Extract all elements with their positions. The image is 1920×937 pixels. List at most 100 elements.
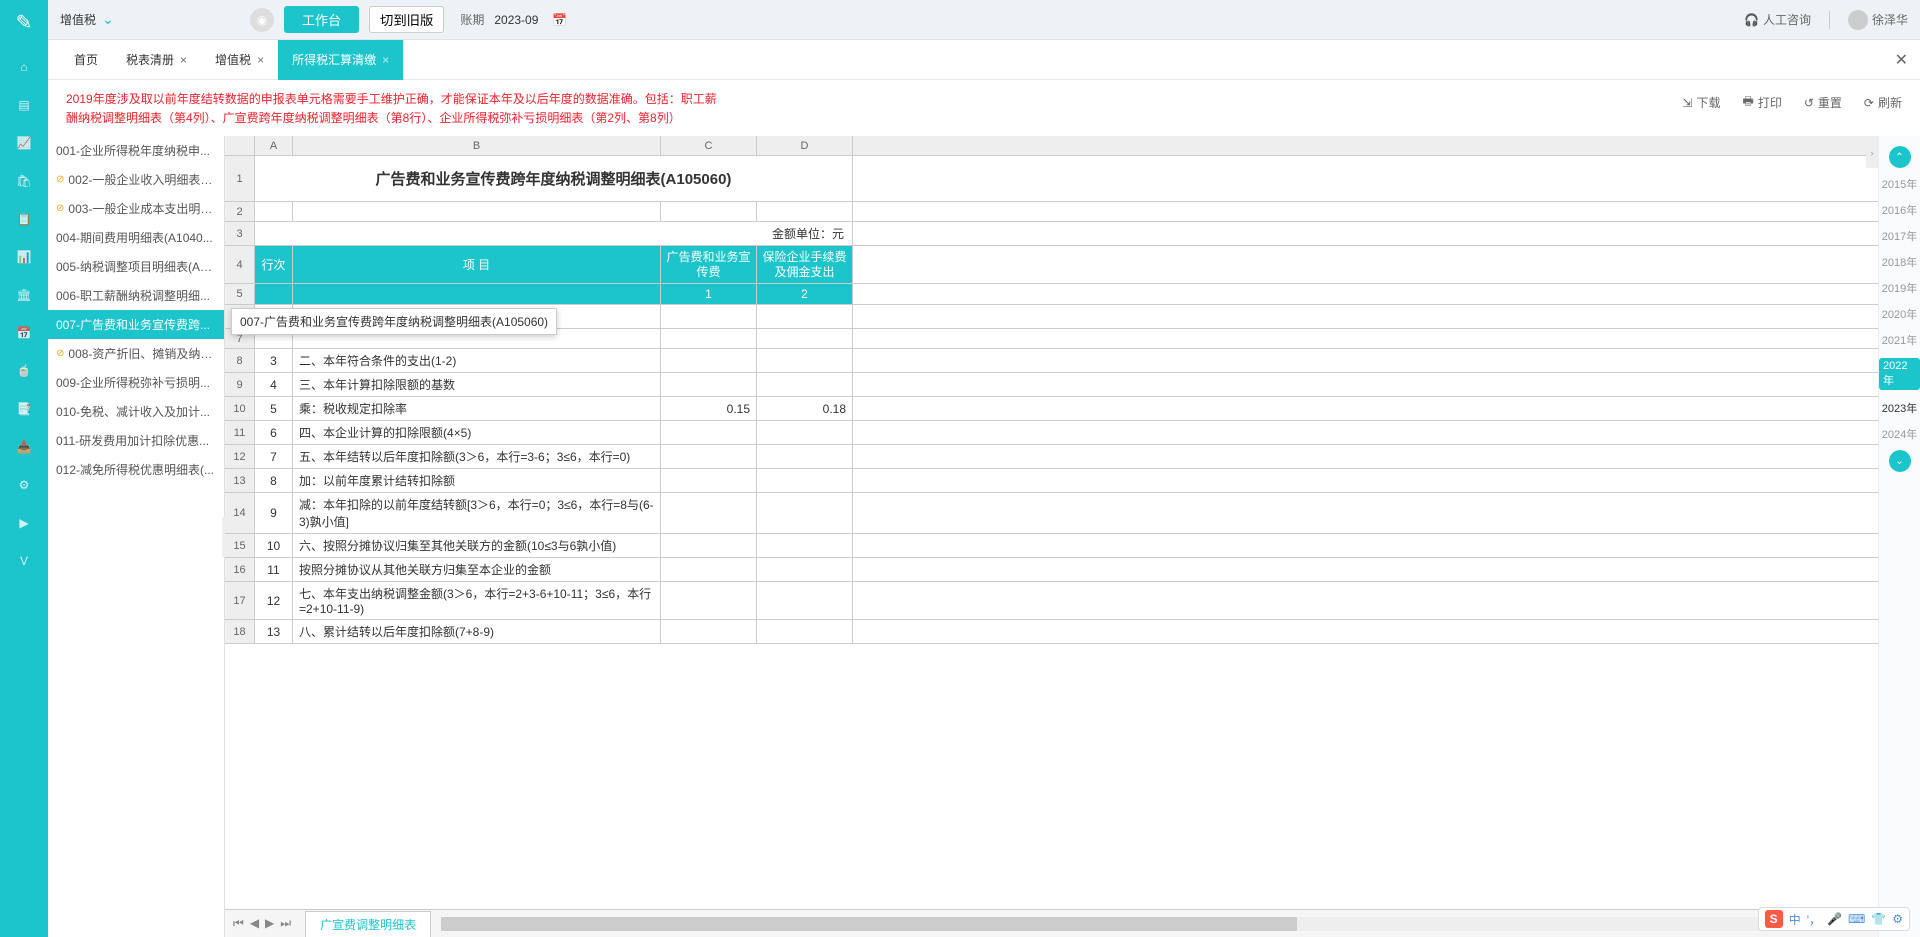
cell[interactable] bbox=[757, 493, 853, 533]
cell[interactable]: 11 bbox=[255, 558, 293, 581]
report-tree-item[interactable]: ⊘008-资产折旧、摊销及纳税... bbox=[48, 339, 224, 368]
row-header[interactable]: 15 bbox=[225, 534, 255, 557]
nav-doc-icon[interactable]: ▤ bbox=[14, 95, 34, 115]
ime-settings-icon[interactable]: ⚙ bbox=[1892, 912, 1903, 926]
refresh-button[interactable]: ⟳刷新 bbox=[1864, 94, 1902, 111]
report-tree-item[interactable]: 007-广告费和业务宣传费跨... bbox=[48, 310, 224, 339]
year-item[interactable]: 2023年 bbox=[1882, 400, 1917, 416]
cell[interactable]: 加：以前年度累计结转扣除额 bbox=[293, 469, 661, 492]
cell[interactable]: 6 bbox=[255, 421, 293, 444]
cell[interactable]: 按照分摊协议从其他关联方归集至本企业的金额 bbox=[293, 558, 661, 581]
cell[interactable]: 减：本年扣除的以前年度结转额[3＞6，本行=0；3≤6，本行=8与(6-3)孰小… bbox=[293, 493, 661, 533]
year-item[interactable]: 2019年 bbox=[1882, 280, 1917, 296]
page-tab[interactable]: 税表清册× bbox=[112, 40, 201, 80]
col-header-d[interactable]: D bbox=[757, 136, 853, 155]
worktable-button[interactable]: 工作台 bbox=[284, 6, 359, 33]
year-item[interactable]: 2017年 bbox=[1882, 228, 1917, 244]
report-tree-item[interactable]: 005-纳税调整项目明细表(A1... bbox=[48, 252, 224, 281]
report-tree-item[interactable]: ⊘002-一般企业收入明细表(A... bbox=[48, 165, 224, 194]
row-header[interactable]: 14 bbox=[225, 493, 255, 533]
cell[interactable] bbox=[757, 349, 853, 372]
row-header[interactable]: 10 bbox=[225, 397, 255, 420]
row-header[interactable]: 13 bbox=[225, 469, 255, 492]
nav-v-icon[interactable]: V bbox=[14, 551, 34, 571]
nav-home-icon[interactable]: ⌂ bbox=[14, 57, 34, 77]
page-tab[interactable]: 所得税汇算清缴× bbox=[278, 40, 403, 80]
year-item[interactable]: 2021年 bbox=[1882, 332, 1917, 348]
nav-inbox-icon[interactable]: 📥 bbox=[14, 437, 34, 457]
year-item[interactable]: 2016年 bbox=[1882, 202, 1917, 218]
cell[interactable]: 五、本年结转以后年度扣除额(3＞6，本行=3-6；3≤6，本行=0) bbox=[293, 445, 661, 468]
report-tree-item[interactable]: 010-免税、减计收入及加计... bbox=[48, 397, 224, 426]
tax-type-dropdown[interactable]: 增值税 ⌄ bbox=[60, 11, 240, 28]
cell[interactable] bbox=[757, 558, 853, 581]
year-down-button[interactable]: ⌄ bbox=[1889, 450, 1911, 472]
nav-copy-icon[interactable]: 📑 bbox=[14, 399, 34, 419]
sheet-nav-prev-icon[interactable]: ◀ bbox=[248, 916, 261, 931]
print-button[interactable]: 🖶打印 bbox=[1743, 92, 1782, 113]
cell[interactable] bbox=[661, 534, 757, 557]
cell[interactable] bbox=[661, 469, 757, 492]
nav-settings-icon[interactable]: ⚙ bbox=[14, 475, 34, 495]
cell[interactable]: 8 bbox=[255, 469, 293, 492]
year-item[interactable]: 2015年 bbox=[1882, 176, 1917, 192]
close-all-tabs-icon[interactable]: ✕ bbox=[1895, 50, 1908, 70]
download-button[interactable]: ⇲下载 bbox=[1682, 94, 1720, 111]
cell[interactable]: 乘：税收规定扣除率 bbox=[293, 397, 661, 420]
report-tree-item[interactable]: 009-企业所得税弥补亏损明... bbox=[48, 368, 224, 397]
cell[interactable] bbox=[757, 373, 853, 396]
row-header[interactable]: 9 bbox=[225, 373, 255, 396]
record-button[interactable]: ◉ bbox=[250, 8, 274, 32]
row-header[interactable]: 1 bbox=[225, 156, 255, 201]
row-header[interactable]: 12 bbox=[225, 445, 255, 468]
nav-calendar-icon[interactable]: 📅 bbox=[14, 323, 34, 343]
nav-video-icon[interactable]: ▶ bbox=[14, 513, 34, 533]
cell[interactable]: 4 bbox=[255, 373, 293, 396]
page-tab[interactable]: 增值税× bbox=[201, 40, 278, 80]
sheet-tab[interactable]: 广宣费调整明细表 bbox=[305, 911, 431, 937]
cell[interactable] bbox=[661, 373, 757, 396]
row-header[interactable]: 5 bbox=[225, 284, 255, 304]
cell[interactable]: 三、本年计算扣除限额的基数 bbox=[293, 373, 661, 396]
cell[interactable] bbox=[661, 305, 757, 328]
cell[interactable] bbox=[661, 445, 757, 468]
row-header[interactable]: 8 bbox=[225, 349, 255, 372]
ime-toolbar[interactable]: S 中 '， 🎤 ⌨ 👕 ⚙ bbox=[1758, 907, 1910, 931]
year-item[interactable]: 2018年 bbox=[1882, 254, 1917, 270]
ime-skin-icon[interactable]: 👕 bbox=[1871, 912, 1886, 926]
ime-logo-icon[interactable]: S bbox=[1765, 910, 1783, 928]
year-item[interactable]: 2024年 bbox=[1882, 426, 1917, 442]
row-header[interactable]: 17 bbox=[225, 582, 255, 619]
cell[interactable] bbox=[661, 349, 757, 372]
page-tab[interactable]: 首页 bbox=[60, 40, 112, 80]
cell[interactable] bbox=[661, 421, 757, 444]
row-header[interactable]: 2 bbox=[225, 202, 255, 221]
cell[interactable]: 7 bbox=[255, 445, 293, 468]
row-header[interactable]: 11 bbox=[225, 421, 255, 444]
cell[interactable]: 13 bbox=[255, 620, 293, 643]
cell[interactable]: 六、按照分摊协议归集至其他关联方的金额(10≤3与6孰小值) bbox=[293, 534, 661, 557]
cell[interactable]: 二、本年符合条件的支出(1-2) bbox=[293, 349, 661, 372]
reset-button[interactable]: ↺重置 bbox=[1804, 94, 1842, 111]
row-header[interactable]: 16 bbox=[225, 558, 255, 581]
sheet-nav-next-icon[interactable]: ▶ bbox=[263, 916, 276, 931]
col-header-b[interactable]: B bbox=[293, 136, 661, 155]
ime-keyboard-icon[interactable]: ⌨ bbox=[1848, 912, 1865, 926]
cell[interactable]: 3 bbox=[255, 349, 293, 372]
year-up-button[interactable]: ⌃ bbox=[1889, 146, 1911, 168]
cell[interactable] bbox=[661, 558, 757, 581]
nav-report-icon[interactable]: 📊 bbox=[14, 247, 34, 267]
cell[interactable] bbox=[757, 421, 853, 444]
report-tree-item[interactable]: 001-企业所得税年度纳税申... bbox=[48, 136, 224, 165]
expand-right-handle[interactable]: › bbox=[1866, 138, 1878, 168]
cell[interactable]: 八、累计结转以后年度扣除额(7+8-9) bbox=[293, 620, 661, 643]
year-item[interactable]: 2022年 bbox=[1879, 358, 1920, 390]
cell[interactable] bbox=[661, 620, 757, 643]
cell[interactable] bbox=[757, 329, 853, 348]
switch-old-button[interactable]: 切到旧版 bbox=[369, 6, 444, 33]
ime-item[interactable]: 中 bbox=[1789, 911, 1801, 928]
tab-close-icon[interactable]: × bbox=[257, 53, 264, 67]
cell[interactable] bbox=[661, 329, 757, 348]
cell[interactable] bbox=[661, 493, 757, 533]
cell[interactable]: 0.18 bbox=[757, 397, 853, 420]
